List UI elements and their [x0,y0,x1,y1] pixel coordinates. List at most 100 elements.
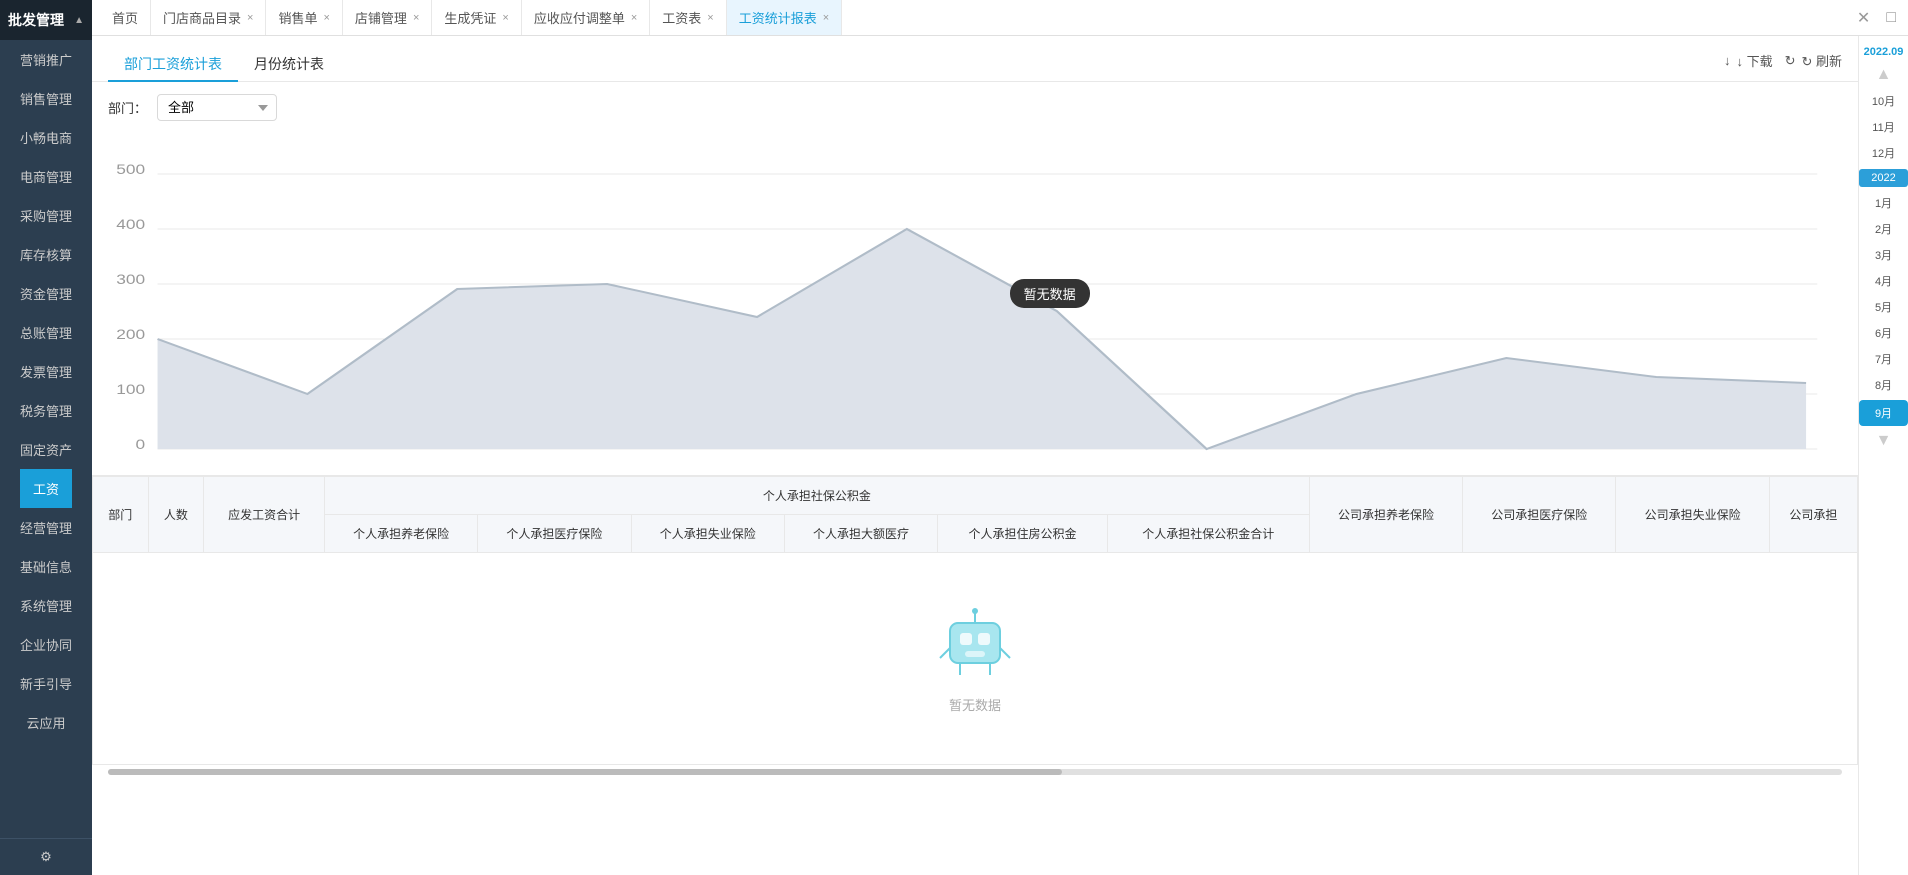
scrollbar-thumb[interactable] [108,769,1062,775]
sidebar-item-dianshang[interactable]: 电商管理 [20,157,72,196]
timeline-month-7[interactable]: 7月 [1859,346,1908,372]
dept-filter-select[interactable]: 全部 销售部 采购部 财务部 行政部 [157,94,277,121]
tab-label-shengchengPingzheng: 生成凭证 [444,8,496,27]
content-area: 部门工资统计表 月份统计表 ↓ ↓ 下载 ↻ ↻ 刷新 部门： [92,36,1908,875]
sidebar-header[interactable]: 批发管理 ▲ [0,0,92,40]
tab-label-xiaoshoudanList: 销售单 [278,8,317,27]
tab-label-gongziStatReport: 工资统计报表 [739,8,817,27]
main-container: 首页门店商品目录×销售单×店铺管理×生成凭证×应收应付调整单×工资表×工资统计报… [92,0,1908,875]
table-empty-state: 暂无数据 [93,553,1858,765]
col-personal-medical: 个人承担医疗保险 [478,515,631,553]
download-button[interactable]: ↓ ↓ 下载 [1724,51,1773,70]
sidebar-footer-settings[interactable]: ⚙ [0,838,92,875]
sidebar-item-zijin[interactable]: 资金管理 [20,274,72,313]
col-company-medical: 公司承担医疗保险 [1463,477,1616,553]
tab-close-gongzibiao[interactable]: × [707,12,713,24]
col-total-wage: 应发工资合计 [204,477,325,553]
sidebar-item-shuiwu[interactable]: 税务管理 [20,391,72,430]
sidebar-item-kucun[interactable]: 库存核算 [20,235,72,274]
timeline-month-2[interactable]: 2月 [1859,216,1908,242]
sub-tabs-left: 部门工资统计表 月份统计表 [108,48,340,81]
sidebar-item-yun[interactable]: 云应用 [20,703,72,742]
chart-svg: 0 100 200 300 400 500 [108,149,1842,459]
svg-text:300: 300 [116,272,145,287]
timeline-month-9[interactable]: 9月 [1859,400,1908,426]
col-personal-total: 个人承担社保公积金合计 [1107,515,1309,553]
col-personal-housing-fund: 个人承担住房公积金 [938,515,1108,553]
refresh-icon: ↻ [1785,53,1796,69]
table-wrapper: 部门 人数 应发工资合计 个人承担社保公积金 公司承担养老保险 公司承担医疗保险… [92,475,1858,765]
col-headcount: 人数 [148,477,204,553]
tab-close-mendianshanpinmulu[interactable]: × [247,12,253,24]
timeline-month-1[interactable]: 1月 [1859,190,1908,216]
timeline-month-5[interactable]: 5月 [1859,294,1908,320]
empty-state-container: 暂无数据 [101,563,1849,754]
sidebar-collapse-icon: ▲ [74,15,84,26]
timeline-month-6[interactable]: 6月 [1859,320,1908,346]
sidebar-item-zhangzhang[interactable]: 总账管理 [20,313,72,352]
sidebar-item-xiaodiandianshang[interactable]: 小畅电商 [20,118,72,157]
svg-text:500: 500 [116,162,145,177]
tab-label-mendianGuanliList: 店铺管理 [355,8,407,27]
filter-bar: 部门： 全部 销售部 采购部 财务部 行政部 [92,82,1858,133]
tab-mendianshanpinmulu[interactable]: 门店商品目录× [151,0,266,36]
sidebar-item-qiye[interactable]: 企业协同 [20,625,72,664]
sub-tabs: 部门工资统计表 月份统计表 ↓ ↓ 下载 ↻ ↻ 刷新 [92,36,1858,82]
col-personal-pension: 个人承担养老保险 [324,515,477,553]
chart-area: 0 100 200 300 400 500 [92,133,1858,475]
sidebar-item-gongzi[interactable]: 工资 [20,469,72,508]
timeline-month-4[interactable]: 4月 [1859,268,1908,294]
data-table: 部门 人数 应发工资合计 个人承担社保公积金 公司承担养老保险 公司承担医疗保险… [92,476,1858,765]
sidebar-item-xinshou[interactable]: 新手引导 [20,664,72,703]
tab-close-xiaoshoudanList[interactable]: × [323,12,329,24]
tab-close-gongziStatReport[interactable]: × [823,12,829,24]
tab-home[interactable]: 首页 [100,0,151,36]
timeline-nav-up[interactable]: ▲ [1872,62,1896,88]
timeline-month-8[interactable]: 8月 [1859,372,1908,398]
close-all-tabs-button[interactable]: ✕ [1853,4,1874,32]
svg-text:100: 100 [116,382,145,397]
timeline-month-3[interactable]: 3月 [1859,242,1908,268]
tab-month-stats[interactable]: 月份统计表 [238,48,340,82]
timeline-month-11[interactable]: 11月 [1859,114,1908,140]
sidebar-item-jichu[interactable]: 基础信息 [20,547,72,586]
refresh-button[interactable]: ↻ ↻ 刷新 [1785,51,1842,70]
sidebar-title: 批发管理 [8,10,64,30]
restore-window-button[interactable]: □ [1882,5,1900,31]
tab-xiaoshoudanList[interactable]: 销售单 × [266,0,342,36]
timeline-panel: 2022.09 ▲ 10月 11月 12月 2022 1月 2月 3月 4月 5… [1858,36,1908,875]
tab-dept-stats[interactable]: 部门工资统计表 [108,48,238,82]
col-personal-unemployment: 个人承担失业保险 [631,515,784,553]
tab-label-home: 首页 [112,8,138,27]
download-icon: ↓ [1724,53,1731,68]
col-company-unemployment: 公司承担失业保险 [1616,477,1769,553]
sidebar-item-xiaoshou[interactable]: 销售管理 [20,79,72,118]
dept-filter-label: 部门： [108,98,147,117]
tab-gongziStatReport[interactable]: 工资统计报表 × [727,0,842,36]
timeline-month-10[interactable]: 10月 [1859,88,1908,114]
chart-container: 0 100 200 300 400 500 [108,149,1842,459]
tab-bar-actions: ✕ □ [1853,4,1900,32]
col-company-other: 公司承担 [1769,477,1857,553]
sidebar-item-guding[interactable]: 固定资产 [20,430,72,469]
tab-label-yingshouFuList: 应收应付调整单 [534,8,625,27]
timeline-month-12[interactable]: 12月 [1859,140,1908,166]
sub-tabs-right: ↓ ↓ 下载 ↻ ↻ 刷新 [1724,51,1842,78]
sidebar-item-xitong[interactable]: 系统管理 [20,586,72,625]
tab-label-gongzibiao: 工资表 [662,8,701,27]
tab-mendianGuanliList[interactable]: 店铺管理 × [343,0,432,36]
tab-close-yingshouFuList[interactable]: × [631,12,637,24]
horizontal-scrollbar[interactable] [108,769,1842,775]
tab-shengchengPingzheng[interactable]: 生成凭证 × [432,0,521,36]
sidebar-item-jingying[interactable]: 经营管理 [20,508,72,547]
timeline-nav-down[interactable]: ▼ [1872,428,1896,454]
svg-text:200: 200 [116,327,145,342]
tab-yingshouFuList[interactable]: 应收应付调整单 × [522,0,650,36]
sidebar-item-fapiao[interactable]: 发票管理 [20,352,72,391]
timeline-year-2022[interactable]: 2022 [1859,169,1908,187]
sidebar-item-caigou[interactable]: 采购管理 [20,196,72,235]
tab-gongzibiao[interactable]: 工资表 × [650,0,726,36]
sidebar-item-yingxiao[interactable]: 营销推广 [20,40,72,79]
tab-close-shengchengPingzheng[interactable]: × [502,12,508,24]
tab-close-mendianGuanliList[interactable]: × [413,12,419,24]
